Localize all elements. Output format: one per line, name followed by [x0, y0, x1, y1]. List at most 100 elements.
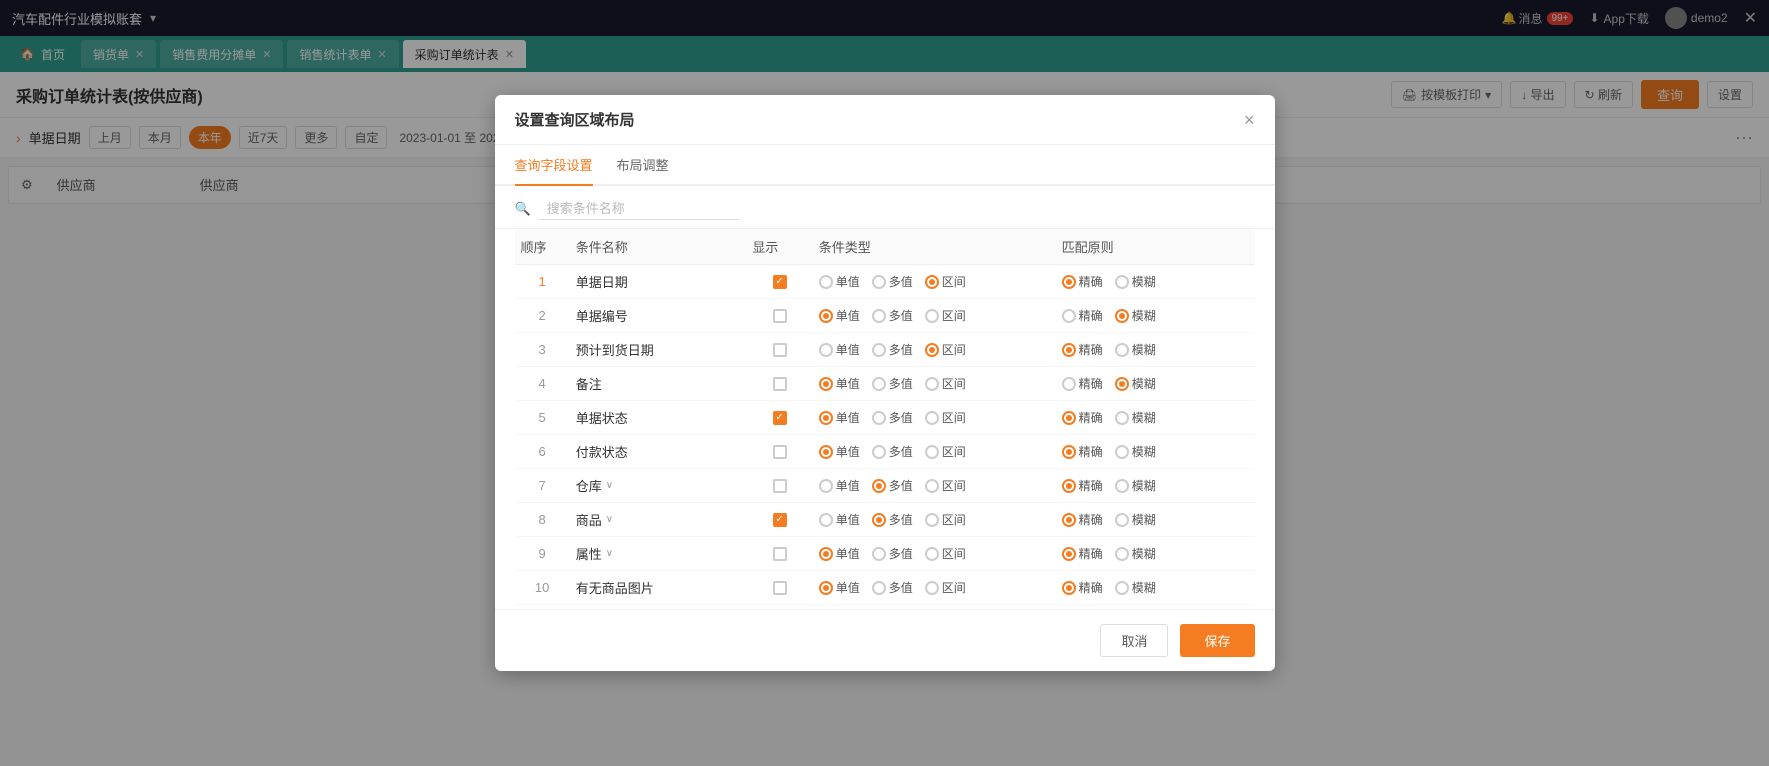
show-checkbox[interactable]	[773, 445, 787, 459]
cell-name: 单据日期	[570, 265, 747, 299]
type-radio-多值[interactable]: 多值	[872, 375, 913, 392]
cell-show[interactable]	[746, 503, 812, 537]
match-radio-精确[interactable]: 精确	[1062, 273, 1103, 290]
type-radio-区间[interactable]: 区间	[925, 375, 966, 392]
match-radio-精确[interactable]: 精确	[1062, 341, 1103, 358]
radio-label: 精确	[1079, 307, 1103, 324]
type-radio-单值[interactable]: 单值	[819, 273, 860, 290]
type-radio-区间[interactable]: 区间	[925, 443, 966, 460]
field-dropdown-icon[interactable]: ∨	[606, 480, 613, 491]
cell-show[interactable]	[746, 401, 812, 435]
type-radio-区间[interactable]: 区间	[925, 341, 966, 358]
match-radio-模糊[interactable]: 模糊	[1115, 307, 1156, 324]
cell-match: 精确 模糊	[1056, 503, 1255, 537]
match-radio-模糊[interactable]: 模糊	[1115, 477, 1156, 494]
cell-show[interactable]	[746, 537, 812, 571]
show-checkbox[interactable]	[773, 275, 787, 289]
radio-label: 多值	[889, 579, 913, 596]
match-radio-精确[interactable]: 精确	[1062, 477, 1103, 494]
order-number: 3	[538, 342, 545, 357]
radio-label: 精确	[1079, 579, 1103, 596]
match-radio-模糊[interactable]: 模糊	[1115, 409, 1156, 426]
type-radio-多值[interactable]: 多值	[872, 511, 913, 528]
match-radio-精确[interactable]: 精确	[1062, 579, 1103, 596]
type-radio-区间[interactable]: 区间	[925, 511, 966, 528]
match-radio-模糊[interactable]: 模糊	[1115, 545, 1156, 562]
cell-show[interactable]	[746, 571, 812, 605]
cancel-button[interactable]: 取消	[1100, 624, 1168, 657]
type-radio-单值[interactable]: 单值	[819, 511, 860, 528]
type-radio-区间[interactable]: 区间	[925, 477, 966, 494]
type-radio-区间[interactable]: 区间	[925, 273, 966, 290]
type-radio-单值[interactable]: 单值	[819, 375, 860, 392]
match-radio-模糊[interactable]: 模糊	[1115, 443, 1156, 460]
match-radio-精确[interactable]: 精确	[1062, 545, 1103, 562]
radio-label: 区间	[942, 307, 966, 324]
type-radio-单值[interactable]: 单值	[819, 409, 860, 426]
show-checkbox[interactable]	[773, 581, 787, 595]
radio-circle	[1062, 445, 1076, 459]
show-checkbox[interactable]	[773, 479, 787, 493]
cell-match: 精确 模糊	[1056, 435, 1255, 469]
cell-show[interactable]	[746, 469, 812, 503]
type-radio-区间[interactable]: 区间	[925, 409, 966, 426]
type-radio-多值[interactable]: 多值	[872, 443, 913, 460]
show-checkbox[interactable]	[773, 377, 787, 391]
type-radio-多值[interactable]: 多值	[872, 409, 913, 426]
type-radio-多值[interactable]: 多值	[872, 579, 913, 596]
radio-circle	[1115, 479, 1129, 493]
radio-label: 单值	[836, 341, 860, 358]
show-checkbox[interactable]	[773, 547, 787, 561]
cell-show[interactable]	[746, 367, 812, 401]
field-dropdown-icon[interactable]: ∨	[606, 548, 613, 559]
type-radio-单值[interactable]: 单值	[819, 443, 860, 460]
type-radio-区间[interactable]: 区间	[925, 545, 966, 562]
radio-circle	[872, 581, 886, 595]
cell-show[interactable]	[746, 333, 812, 367]
show-checkbox[interactable]	[773, 309, 787, 323]
order-number: 8	[538, 512, 545, 527]
show-checkbox[interactable]	[773, 411, 787, 425]
table-row: 3预计到货日期 单值 多值 区间 精确 模糊	[515, 333, 1255, 367]
match-radio-精确[interactable]: 精确	[1062, 511, 1103, 528]
radio-label: 单值	[836, 443, 860, 460]
match-radio-模糊[interactable]: 模糊	[1115, 375, 1156, 392]
type-radio-多值[interactable]: 多值	[872, 307, 913, 324]
search-input[interactable]	[539, 198, 739, 220]
config-table: 顺序 条件名称 显示 条件类型 匹配原则 1单据日期 单值 多值 区间	[495, 229, 1275, 609]
type-radio-多值[interactable]: 多值	[872, 341, 913, 358]
match-radio-精确[interactable]: 精确	[1062, 307, 1103, 324]
type-radio-多值[interactable]: 多值	[872, 545, 913, 562]
match-radio-模糊[interactable]: 模糊	[1115, 341, 1156, 358]
type-radio-单值[interactable]: 单值	[819, 477, 860, 494]
radio-circle	[925, 275, 939, 289]
field-dropdown-icon[interactable]: ∨	[606, 514, 613, 525]
save-button[interactable]: 保存	[1180, 624, 1254, 657]
match-radio-模糊[interactable]: 模糊	[1115, 579, 1156, 596]
type-radio-单值[interactable]: 单值	[819, 545, 860, 562]
radio-circle	[1115, 377, 1129, 391]
cell-show[interactable]	[746, 435, 812, 469]
match-radio-精确[interactable]: 精确	[1062, 443, 1103, 460]
show-checkbox[interactable]	[773, 513, 787, 527]
modal-close-btn[interactable]: ×	[1244, 111, 1255, 129]
cell-show[interactable]	[746, 299, 812, 333]
type-radio-单值[interactable]: 单值	[819, 579, 860, 596]
type-radio-单值[interactable]: 单值	[819, 341, 860, 358]
tab-query-fields[interactable]: 查询字段设置	[515, 145, 593, 186]
tab-layout-adjust[interactable]: 布局调整	[617, 145, 669, 186]
match-radio-精确[interactable]: 精确	[1062, 375, 1103, 392]
radio-label: 区间	[942, 341, 966, 358]
type-radio-单值[interactable]: 单值	[819, 307, 860, 324]
type-radio-多值[interactable]: 多值	[872, 477, 913, 494]
cell-show[interactable]	[746, 265, 812, 299]
match-radio-精确[interactable]: 精确	[1062, 409, 1103, 426]
table-row: 10有无商品图片 单值 多值 区间 精确 模糊	[515, 571, 1255, 605]
show-checkbox[interactable]	[773, 343, 787, 357]
type-radio-区间[interactable]: 区间	[925, 307, 966, 324]
type-radio-区间[interactable]: 区间	[925, 579, 966, 596]
radio-label: 单值	[836, 511, 860, 528]
type-radio-多值[interactable]: 多值	[872, 273, 913, 290]
match-radio-模糊[interactable]: 模糊	[1115, 511, 1156, 528]
match-radio-模糊[interactable]: 模糊	[1115, 273, 1156, 290]
